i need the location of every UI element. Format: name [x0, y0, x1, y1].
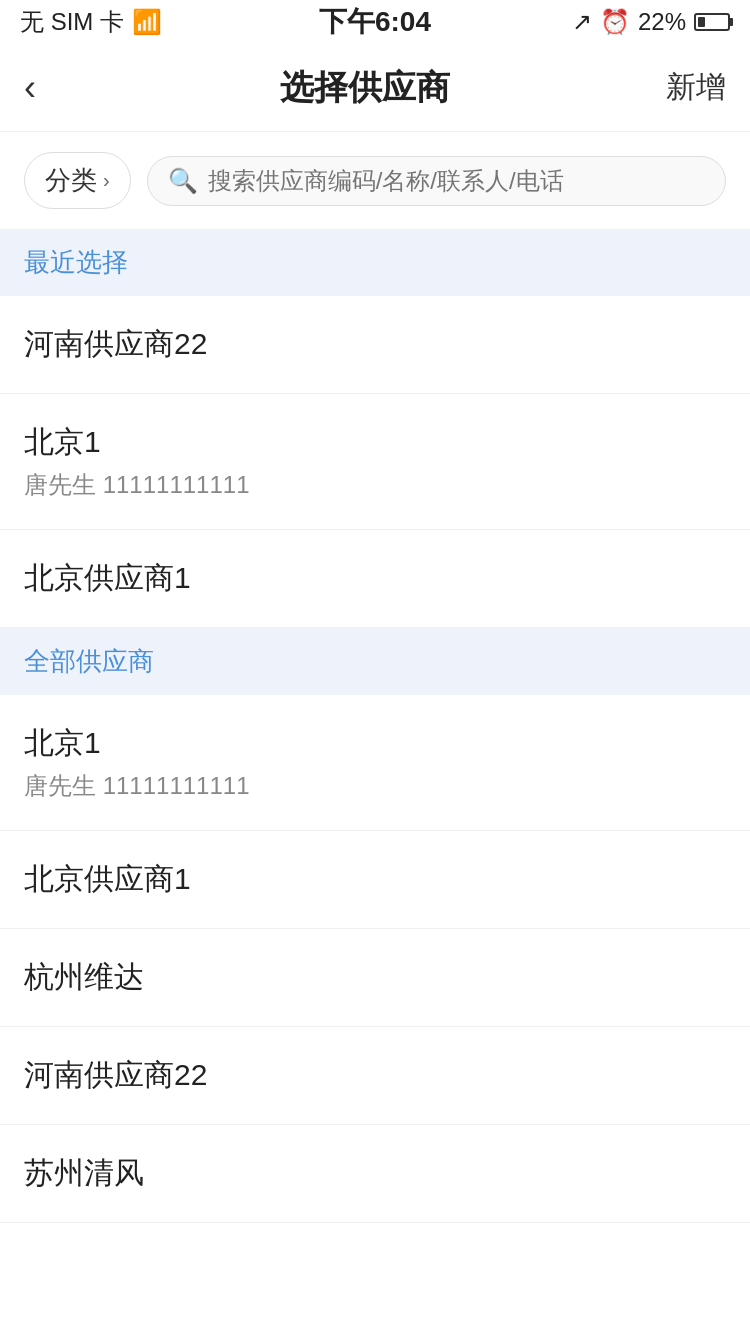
recent-section-header: 最近选择 [0, 229, 750, 296]
battery-icon [694, 13, 730, 31]
all-section-header: 全部供应商 [0, 628, 750, 695]
item-name: 河南供应商22 [24, 324, 726, 365]
recent-list-item[interactable]: 北京1 唐先生 11111111111 [0, 394, 750, 530]
location-icon: ↗ [572, 8, 592, 36]
search-box[interactable]: 🔍 [147, 156, 726, 206]
alarm-icon: ⏰ [600, 8, 630, 36]
page-title: 选择供应商 [280, 65, 450, 111]
item-name: 北京1 [24, 422, 726, 463]
item-name: 北京供应商1 [24, 558, 726, 599]
item-name: 苏州清风 [24, 1153, 726, 1194]
status-bar: 无 SIM 卡 📶 下午6:04 ↗ ⏰ 22% [0, 0, 750, 44]
filter-bar: 分类 › 🔍 [0, 132, 750, 229]
category-filter-button[interactable]: 分类 › [24, 152, 131, 209]
all-list-item[interactable]: 杭州维达 [0, 929, 750, 1027]
new-action-button[interactable]: 新增 [646, 67, 726, 108]
category-label: 分类 [45, 163, 97, 198]
recent-items-list: 河南供应商22 北京1 唐先生 11111111111 北京供应商1 [0, 296, 750, 628]
search-input[interactable] [208, 167, 705, 195]
recent-list-item[interactable]: 河南供应商22 [0, 296, 750, 394]
all-list-item[interactable]: 北京供应商1 [0, 831, 750, 929]
item-name: 北京供应商1 [24, 859, 726, 900]
item-sub: 唐先生 11111111111 [24, 770, 726, 802]
item-name: 杭州维达 [24, 957, 726, 998]
status-left: 无 SIM 卡 📶 [20, 6, 162, 38]
recent-list-item[interactable]: 北京供应商1 [0, 530, 750, 628]
all-list-item[interactable]: 苏州清风 [0, 1125, 750, 1223]
item-sub: 唐先生 11111111111 [24, 469, 726, 501]
nav-bar: ‹ 选择供应商 新增 [0, 44, 750, 132]
search-icon: 🔍 [168, 167, 198, 195]
item-name: 北京1 [24, 723, 726, 764]
recent-section-label: 最近选择 [24, 247, 128, 277]
all-list-item[interactable]: 北京1 唐先生 11111111111 [0, 695, 750, 831]
status-right: ↗ ⏰ 22% [572, 8, 730, 36]
status-time: 下午6:04 [319, 3, 431, 41]
all-list-item[interactable]: 河南供应商22 [0, 1027, 750, 1125]
back-button[interactable]: ‹ [24, 67, 84, 109]
category-chevron-icon: › [103, 169, 110, 192]
wifi-icon: 📶 [132, 8, 162, 36]
battery-percent: 22% [638, 8, 686, 36]
all-section-label: 全部供应商 [24, 646, 154, 676]
all-items-list: 北京1 唐先生 11111111111 北京供应商1 杭州维达 河南供应商22 … [0, 695, 750, 1223]
no-sim-label: 无 SIM 卡 [20, 6, 124, 38]
item-name: 河南供应商22 [24, 1055, 726, 1096]
